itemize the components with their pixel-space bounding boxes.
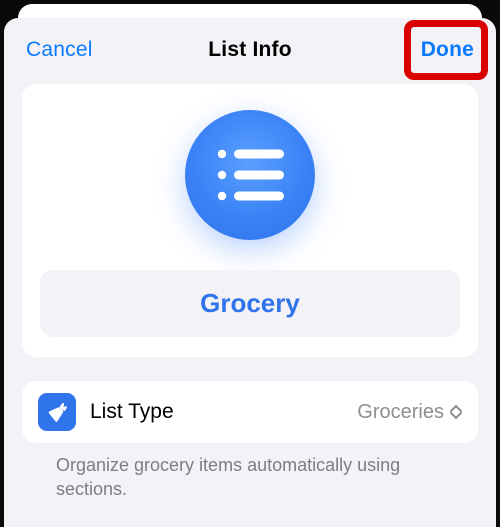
done-button[interactable]: Done — [421, 38, 474, 62]
list-type-card: List Type Groceries — [22, 381, 478, 443]
list-type-label: List Type — [90, 400, 343, 424]
list-type-value-group: Groceries — [357, 401, 462, 424]
done-button-wrap: Done — [417, 34, 478, 66]
modal-header: Cancel List Info Done — [4, 18, 496, 84]
page-title: List Info — [208, 38, 291, 62]
list-name-field[interactable]: Grocery — [40, 270, 460, 337]
list-type-value: Groceries — [357, 401, 444, 424]
carrot-icon — [46, 401, 68, 423]
list-bullet-icon — [214, 144, 286, 206]
list-icon-name-card: Grocery — [22, 84, 478, 357]
list-icon-preview[interactable] — [185, 110, 315, 240]
chevron-up-down-icon — [450, 404, 462, 420]
list-type-hint: Organize grocery items automatically usi… — [22, 453, 478, 502]
modal-content: Grocery List Type Groceries — [4, 84, 496, 527]
cancel-button[interactable]: Cancel — [26, 38, 93, 62]
list-type-icon-badge — [38, 393, 76, 431]
modal-sheet: Cancel List Info Done Grocery — [4, 18, 496, 527]
list-type-row[interactable]: List Type Groceries — [22, 381, 478, 443]
